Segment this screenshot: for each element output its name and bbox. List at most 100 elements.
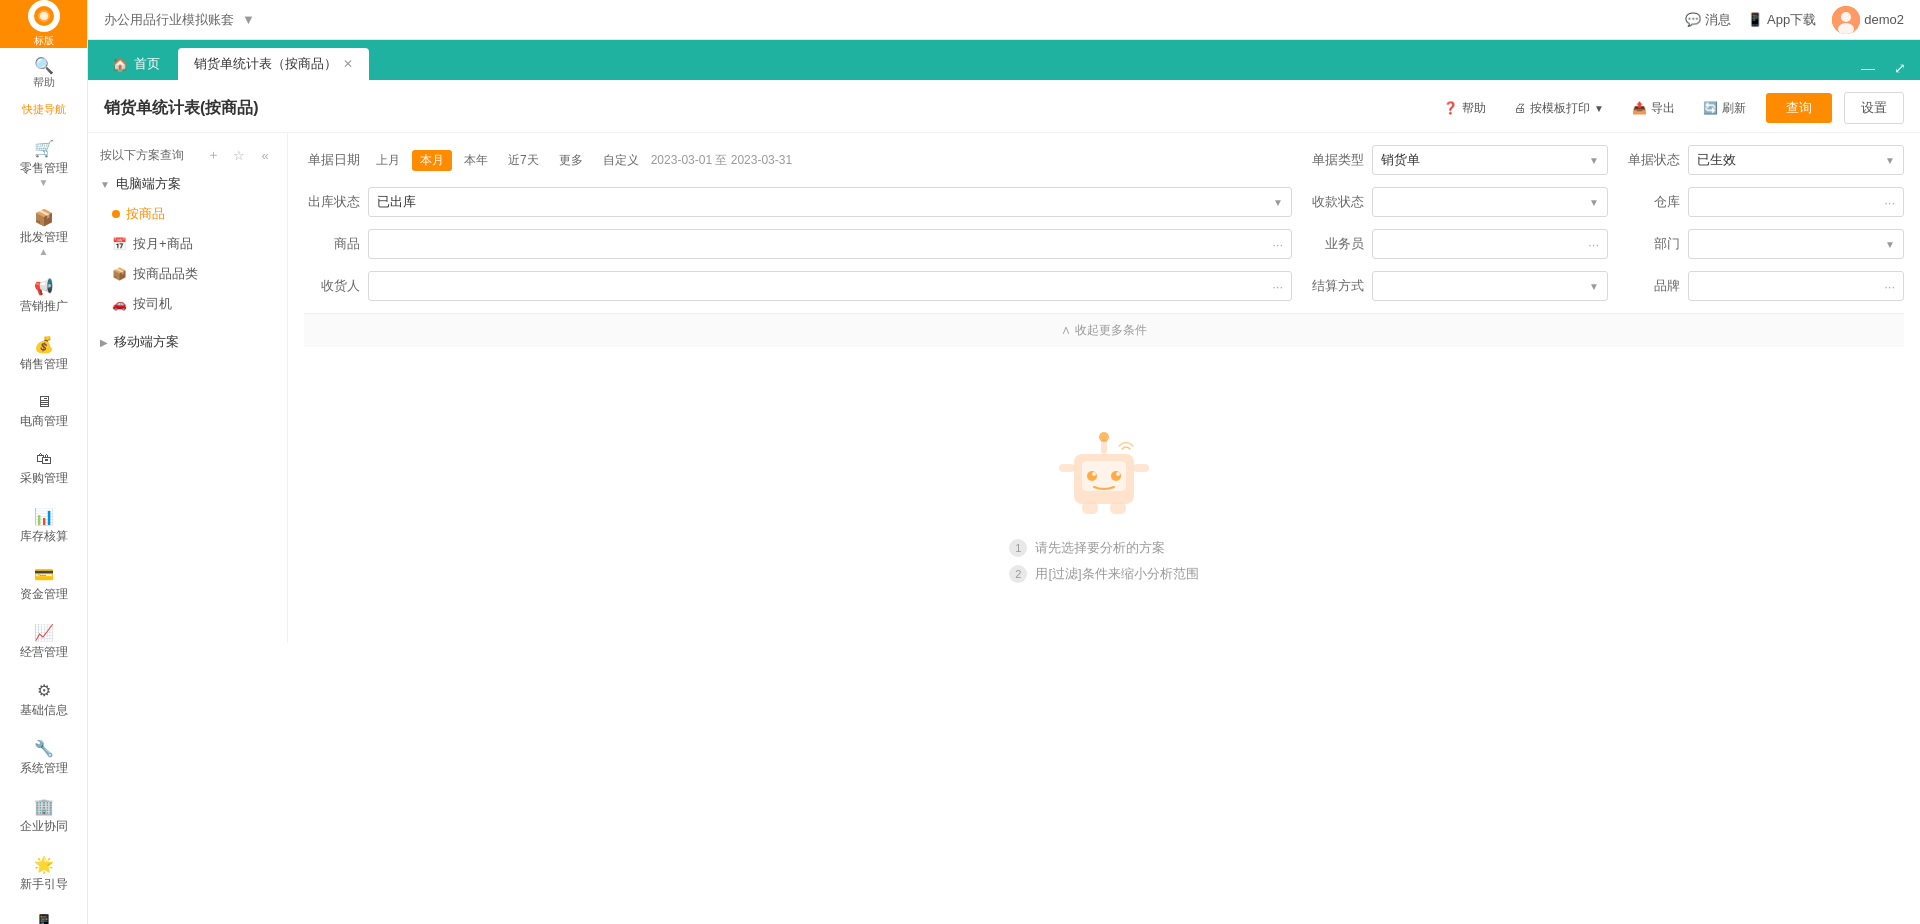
brand-group: 品牌 ··· (1624, 271, 1904, 301)
page-actions: ❓ 帮助 🖨 按模板打印 ▼ 📤 导出 🔄 刷新 (1435, 92, 1904, 124)
quick-nav[interactable]: 快捷导航 (0, 98, 87, 121)
warehouse-ellipsis[interactable]: ··· (1884, 195, 1895, 210)
sidebar-item-marketing[interactable]: 📢 营销推广 (0, 267, 87, 325)
sidebar-item-basic[interactable]: ⚙ 基础信息 (0, 671, 87, 729)
receiver-ellipsis[interactable]: ··· (1272, 279, 1283, 294)
empty-state: 1 请先选择要分析的方案 2 用[过滤]条件来缩小分析范围 (288, 359, 1920, 643)
receiver-label: 收货人 (304, 277, 360, 295)
template-print-btn[interactable]: 🖨 按模板打印 ▼ (1506, 96, 1612, 121)
sidebar-action-icons: ＋ ☆ « (203, 145, 275, 165)
warehouse-group: 仓库 ··· (1624, 187, 1904, 217)
salesperson-ellipsis[interactable]: ··· (1588, 237, 1599, 252)
sidebar-item-operations[interactable]: 📈 经营管理 (0, 613, 87, 671)
refresh-icon: 🔄 (1703, 101, 1718, 115)
tab-report[interactable]: 销货单统计表（按商品） ✕ (178, 48, 369, 80)
settings-btn[interactable]: 设置 (1844, 92, 1904, 124)
header-left: 办公用品行业模拟账套 ▼ (104, 11, 255, 29)
sidebar-item-enterprise[interactable]: 🏢 企业协同 (0, 787, 87, 845)
shortcut-more[interactable]: 更多 (551, 150, 591, 171)
dropdown-arrow[interactable]: ▼ (242, 12, 255, 27)
tree-item-by-month-product[interactable]: 📅 按月+商品 (88, 229, 287, 259)
tab-bar: 🏠 首页 销货单统计表（按商品） ✕ — ⤢ (88, 40, 1920, 80)
maximize-btn[interactable]: ⤢ (1888, 56, 1912, 80)
docstatus-arrow: ▼ (1885, 155, 1895, 166)
settlement-select[interactable]: ▼ (1372, 271, 1608, 301)
message-icon: 💬 (1685, 12, 1701, 27)
shortcut-last-month[interactable]: 上月 (368, 150, 408, 171)
svg-point-7 (1087, 471, 1097, 481)
shortcut-this-month[interactable]: 本月 (412, 150, 452, 171)
department-select[interactable]: ▼ (1688, 229, 1904, 259)
docstatus-select[interactable]: 已生效 ▼ (1688, 145, 1904, 175)
basic-icon: ⚙ (37, 681, 51, 700)
add-scheme-icon[interactable]: ＋ (203, 145, 223, 165)
app-download-btn[interactable]: 📱 App下载 (1747, 11, 1816, 29)
star-icon[interactable]: ☆ (229, 145, 249, 165)
tree-desktop[interactable]: ▼ 电脑端方案 (88, 169, 287, 199)
outstatus-select[interactable]: 已出库 ▼ (368, 187, 1292, 217)
header-right: 💬 消息 📱 App下载 demo2 (1685, 6, 1904, 34)
tree-item-by-category[interactable]: 📦 按商品品类 (88, 259, 287, 289)
payment-arrow: ▼ (1589, 197, 1599, 208)
department-group: 部门 ▼ (1624, 229, 1904, 259)
outstatus-arrow: ▼ (1273, 197, 1283, 208)
logo-icon (28, 0, 60, 32)
receiver-input[interactable]: ··· (368, 271, 1292, 301)
sidebar-item-retail[interactable]: 🛒 零售管理 ▼ (0, 129, 87, 198)
product-label: 商品 (304, 235, 360, 253)
payment-label: 收款状态 (1308, 193, 1364, 211)
refresh-btn[interactable]: 🔄 刷新 (1695, 96, 1754, 121)
warehouse-input[interactable]: ··· (1688, 187, 1904, 217)
brand-input[interactable]: ··· (1688, 271, 1904, 301)
tree-mobile[interactable]: ▶ 移动端方案 (88, 327, 287, 357)
collapse-bar[interactable]: ∧ 收起更多条件 (304, 313, 1904, 347)
sidebar-item-wholesale[interactable]: 📦 批发管理 ▲ (0, 198, 87, 267)
export-btn[interactable]: 📤 导出 (1624, 96, 1683, 121)
svg-point-10 (1116, 472, 1120, 476)
salesperson-input[interactable]: ··· (1372, 229, 1608, 259)
payment-select[interactable]: ▼ (1372, 187, 1608, 217)
svg-rect-15 (1082, 502, 1098, 514)
driver-icon: 🚗 (112, 297, 127, 311)
sidebar-item-system[interactable]: 🔧 系统管理 (0, 729, 87, 787)
tip-num-1: 1 (1009, 539, 1027, 557)
sidebar-item-finance[interactable]: 💳 资金管理 (0, 555, 87, 613)
minimize-btn[interactable]: — (1856, 56, 1880, 80)
print-dropdown-icon: ▼ (1594, 103, 1604, 114)
tab-bar-right: — ⤢ (1856, 56, 1920, 80)
settlement-arrow: ▼ (1589, 281, 1599, 292)
tree-item-by-product[interactable]: 按商品 (88, 199, 287, 229)
home-icon: 🏠 (112, 57, 128, 72)
help-btn[interactable]: ❓ 帮助 (1435, 96, 1494, 121)
doctype-select[interactable]: 销货单 ▼ (1372, 145, 1608, 175)
docstatus-label: 单据状态 (1624, 151, 1680, 169)
tab-close-btn[interactable]: ✕ (343, 57, 353, 71)
brand-ellipsis[interactable]: ··· (1884, 279, 1895, 294)
empty-tips: 1 请先选择要分析的方案 2 用[过滤]条件来缩小分析范围 (1009, 539, 1198, 583)
purchase-icon: 🛍 (36, 450, 52, 468)
industry-name: 办公用品行业模拟账套 (104, 11, 234, 29)
query-btn[interactable]: 查询 (1766, 93, 1832, 123)
tab-home[interactable]: 🏠 首页 (96, 48, 176, 80)
search-menu[interactable]: 🔍 帮助 (0, 48, 87, 98)
date-shortcuts: 上月 本月 本年 近7天 更多 自定义 2023-03-01 至 2023-03… (368, 150, 1292, 171)
tree-expand-icon: ▼ (100, 179, 110, 190)
sidebar-item-inventory[interactable]: 📊 库存核算 (0, 497, 87, 555)
user-menu[interactable]: demo2 (1832, 6, 1904, 34)
product-input[interactable]: ··· (368, 229, 1292, 259)
collapse-sidebar-icon[interactable]: « (255, 145, 275, 165)
shortcut-this-year[interactable]: 本年 (456, 150, 496, 171)
shortcut-custom[interactable]: 自定义 (595, 150, 647, 171)
sidebar-item-sales[interactable]: 💰 销售管理 (0, 325, 87, 383)
sidebar-item-appcenter[interactable]: 📱 应用中心 (0, 903, 87, 924)
product-ellipsis[interactable]: ··· (1272, 237, 1283, 252)
sidebar-item-purchase[interactable]: 🛍 采购管理 (0, 440, 87, 497)
messages-btn[interactable]: 💬 消息 (1685, 11, 1731, 29)
department-label: 部门 (1624, 235, 1680, 253)
sidebar-item-guide[interactable]: 🌟 新手引导 (0, 845, 87, 903)
shortcut-7days[interactable]: 近7天 (500, 150, 547, 171)
sales-icon: 💰 (34, 335, 54, 354)
tree-item-by-driver[interactable]: 🚗 按司机 (88, 289, 287, 319)
sidebar-item-ecommerce[interactable]: 🖥 电商管理 (0, 383, 87, 440)
filter-sidebar: 按以下方案查询 ＋ ☆ « ▼ 电脑端方案 按商品 (88, 133, 288, 643)
